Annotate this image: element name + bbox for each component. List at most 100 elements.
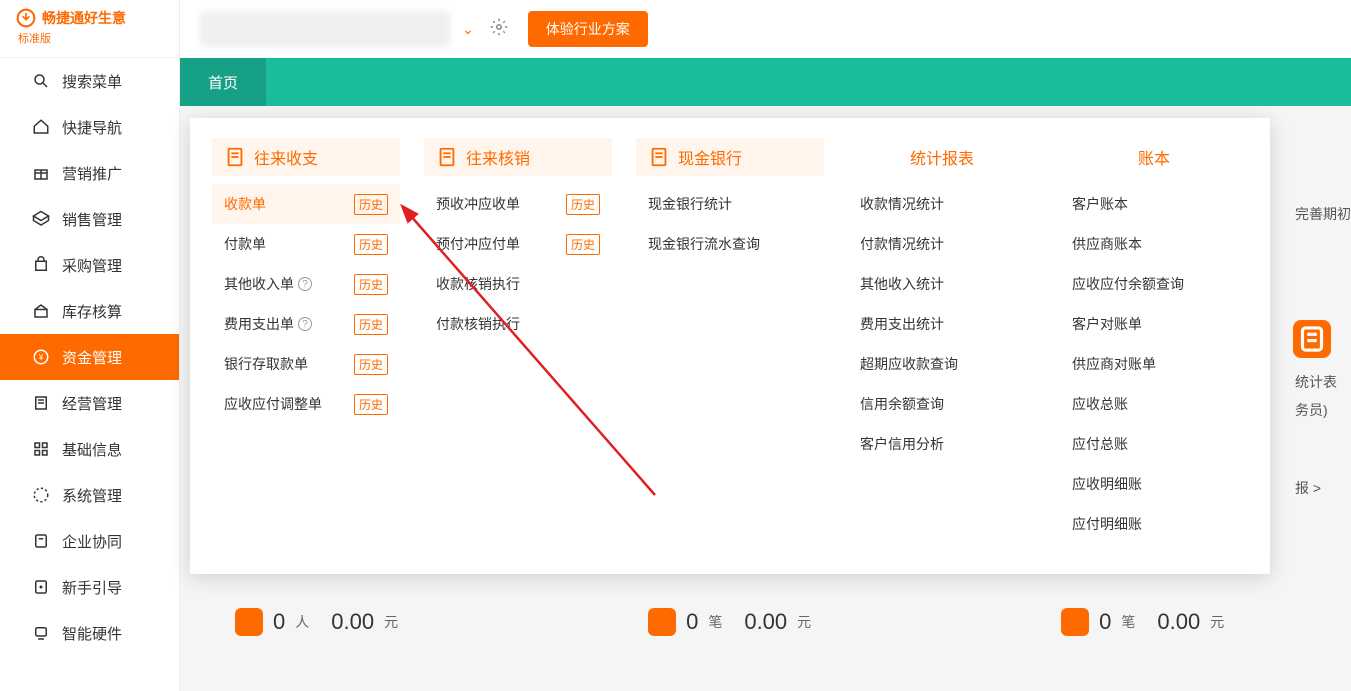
nav-label: 采购管理 [62, 255, 122, 276]
stat-amount: 0.00 [331, 609, 374, 635]
nav-item-7[interactable]: 经营管理 [0, 380, 179, 426]
mega-column-3: 统计报表收款情况统计付款情况统计其他收入统计费用支出统计超期应收款查询信用余额查… [836, 138, 1048, 544]
nav-label: 基础信息 [62, 439, 122, 460]
menu-label: 费用支出单? [224, 314, 312, 334]
history-badge[interactable]: 历史 [354, 274, 388, 295]
menu-label: 客户对账单 [1072, 314, 1142, 334]
history-badge[interactable]: 历史 [566, 234, 600, 255]
menu-item[interactable]: 收款情况统计 [848, 184, 1036, 224]
sale-icon [32, 210, 50, 228]
menu-item[interactable]: 应付总账 [1060, 424, 1248, 464]
mega-header: 往来核销 [424, 138, 612, 176]
history-badge[interactable]: 历史 [354, 234, 388, 255]
mega-header: 账本 [1060, 138, 1248, 176]
menu-item[interactable]: 信用余额查询 [848, 384, 1036, 424]
menu-item[interactable]: 供应商账本 [1060, 224, 1248, 264]
stat-amount: 0.00 [1157, 609, 1200, 635]
hardware-icon [32, 624, 50, 642]
help-icon[interactable]: ? [298, 277, 312, 291]
history-badge[interactable]: 历史 [566, 194, 600, 215]
cart-icon [32, 256, 50, 274]
cta-button[interactable]: 体验行业方案 [528, 11, 648, 47]
stat-1: 0笔0.00元 [648, 608, 811, 636]
nav-item-8[interactable]: 基础信息 [0, 426, 179, 472]
stock-icon [32, 302, 50, 320]
menu-item[interactable]: 现金银行统计 [636, 184, 824, 224]
stat-amount: 0.00 [744, 609, 787, 635]
nav-item-1[interactable]: 快捷导航 [0, 104, 179, 150]
org-selector[interactable] [200, 11, 450, 47]
nav-label: 企业协同 [62, 531, 122, 552]
menu-label: 客户账本 [1072, 194, 1128, 214]
menu-label: 客户信用分析 [860, 434, 944, 454]
nav-item-2[interactable]: 营销推广 [0, 150, 179, 196]
nav-label: 资金管理 [62, 347, 122, 368]
menu-label: 预付冲应付单 [436, 234, 520, 254]
menu-item[interactable]: 其他收入单?历史 [212, 264, 400, 304]
menu-label: 付款情况统计 [860, 234, 944, 254]
mega-header: 统计报表 [848, 138, 1036, 176]
nav-item-3[interactable]: 销售管理 [0, 196, 179, 242]
menu-item[interactable]: 银行存取款单历史 [212, 344, 400, 384]
search-icon [32, 72, 50, 90]
brand-edition: 标准版 [18, 30, 163, 46]
nav-item-6[interactable]: ¥ 资金管理 [0, 334, 179, 380]
menu-item[interactable]: 费用支出单? 历史 [212, 304, 400, 344]
stat-0: 0人0.00元 [235, 608, 398, 636]
mega-column-0: 往来收支收款单历史付款单历史其他收入单?历史费用支出单?历史银行存取款单历史应收… [200, 138, 412, 544]
menu-item[interactable]: 付款核销执行 [424, 304, 612, 344]
menu-item[interactable]: 收款核销执行 [424, 264, 612, 304]
history-badge[interactable]: 历史 [354, 314, 388, 335]
mega-column-2: 现金银行现金银行统计现金银行流水查询 [624, 138, 836, 544]
menu-item[interactable]: 客户信用分析 [848, 424, 1036, 464]
gear-icon[interactable] [490, 18, 508, 41]
nav-item-11[interactable]: 新手引导 [0, 564, 179, 610]
menu-label: 现金银行统计 [648, 194, 732, 214]
grid-icon [32, 440, 50, 458]
logo-area: 畅捷通好生意 标准版 [0, 0, 179, 58]
menu-item[interactable]: 客户账本 [1060, 184, 1248, 224]
tab-home[interactable]: 首页 [180, 58, 266, 106]
nav-item-9[interactable]: 系统管理 [0, 472, 179, 518]
manage-icon [32, 394, 50, 412]
nav-label: 搜索菜单 [62, 71, 122, 92]
side-widget-icon[interactable] [1293, 320, 1331, 358]
menu-item[interactable]: 预收冲应收单历史 [424, 184, 612, 224]
menu-label: 其他收入统计 [860, 274, 944, 294]
nav-item-5[interactable]: 库存核算 [0, 288, 179, 334]
menu-item[interactable]: 客户对账单 [1060, 304, 1248, 344]
menu-item[interactable]: 应收应付调整单 历史 [212, 384, 400, 424]
nav-item-0[interactable]: 搜索菜单 [0, 58, 179, 104]
help-icon[interactable]: ? [298, 317, 312, 331]
nav-item-12[interactable]: 智能硬件 [0, 610, 179, 656]
menu-item[interactable]: 现金银行流水查询 [636, 224, 824, 264]
org-caret-icon[interactable]: ⌄ [462, 21, 474, 38]
history-badge[interactable]: 历史 [354, 394, 388, 415]
menu-item[interactable]: 供应商对账单 [1060, 344, 1248, 384]
home-icon [32, 118, 50, 136]
menu-item[interactable]: 付款情况统计 [848, 224, 1036, 264]
menu-item[interactable]: 其他收入统计 [848, 264, 1036, 304]
svg-text:¥: ¥ [38, 353, 44, 362]
menu-item[interactable]: 超期应收款查询 [848, 344, 1036, 384]
menu-item[interactable]: 应收明细账 [1060, 464, 1248, 504]
menu-item[interactable]: 预付冲应付单 历史 [424, 224, 612, 264]
menu-label: 收款单 [224, 194, 266, 214]
menu-label: 应收应付调整单 [224, 394, 322, 414]
nav-label: 库存核算 [62, 301, 122, 322]
stat-icon [1061, 608, 1089, 636]
doc-icon [436, 146, 458, 168]
history-badge[interactable]: 历史 [354, 354, 388, 375]
menu-item[interactable]: 应付明细账 [1060, 504, 1248, 544]
menu-item[interactable]: 应收应付余额查询 [1060, 264, 1248, 304]
menu-label: 付款单 [224, 234, 266, 254]
nav-item-4[interactable]: 采购管理 [0, 242, 179, 288]
menu-item[interactable]: 收款单 历史 [212, 184, 400, 224]
menu-item[interactable]: 应收总账 [1060, 384, 1248, 424]
history-badge[interactable]: 历史 [354, 194, 388, 215]
mega-column-4: 账本客户账本供应商账本应收应付余额查询客户对账单供应商对账单应收总账应付总账应收… [1048, 138, 1260, 544]
menu-item[interactable]: 费用支出统计 [848, 304, 1036, 344]
menu-item[interactable]: 付款单 历史 [212, 224, 400, 264]
nav-item-10[interactable]: 企业协同 [0, 518, 179, 564]
menu-label: 信用余额查询 [860, 394, 944, 414]
